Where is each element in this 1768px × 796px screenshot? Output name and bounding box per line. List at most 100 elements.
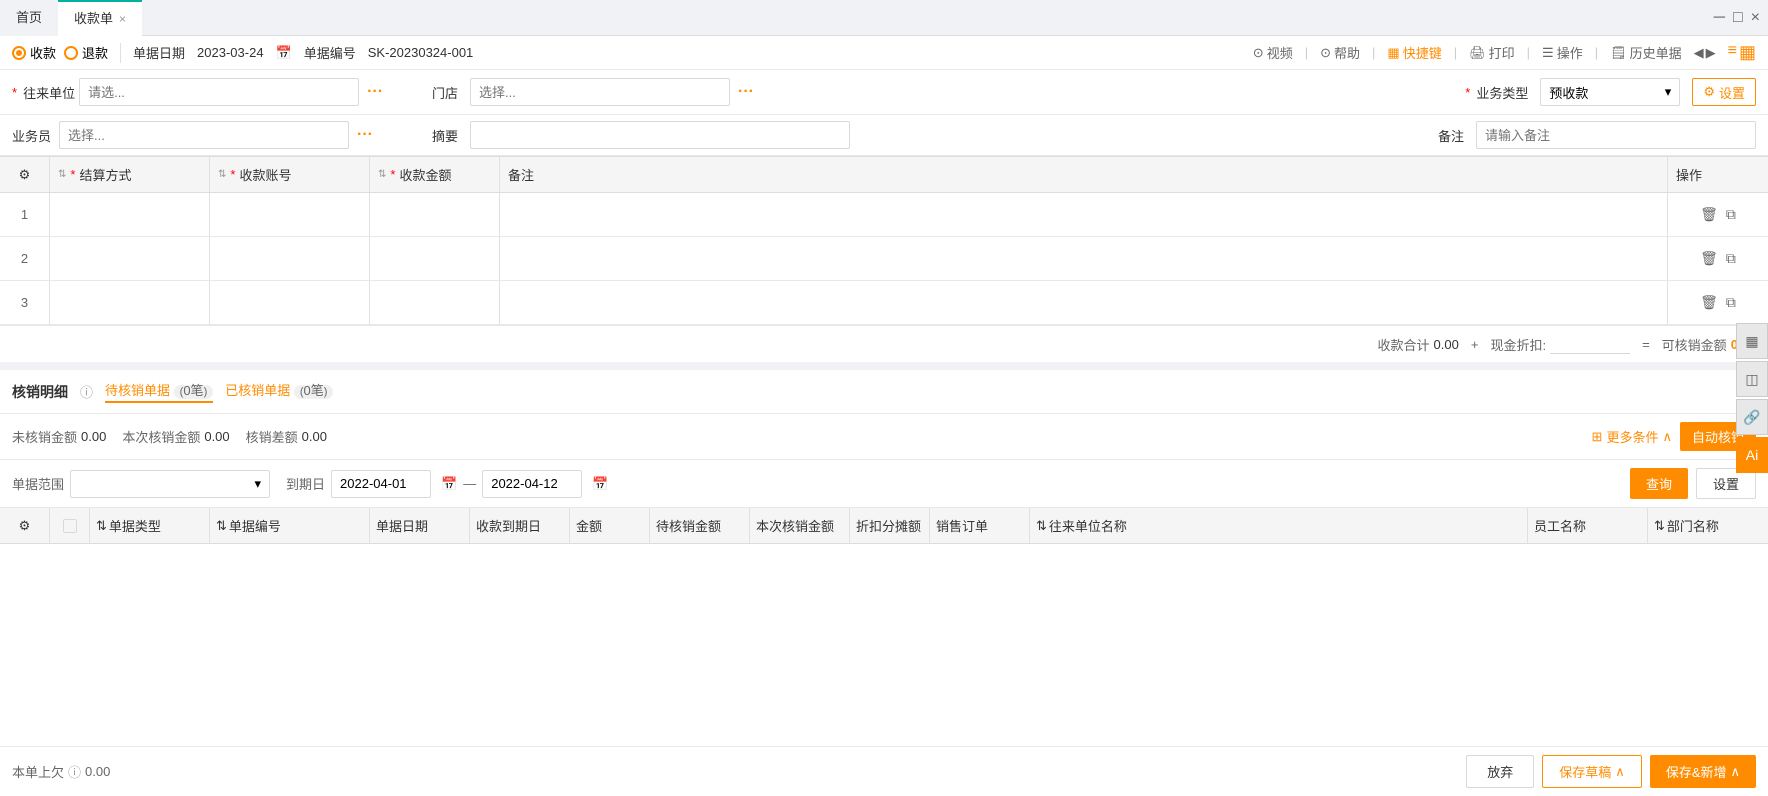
date-from-calendar-icon[interactable]: 📅 (441, 476, 457, 492)
row-1-amount[interactable] (370, 193, 500, 236)
row-1-delete-icon[interactable]: 🗑 (1700, 206, 1718, 223)
row-2-settlement[interactable] (50, 237, 210, 280)
th-settlement: ⇅ * 结算方式 (50, 157, 210, 192)
uncancelled-stat: 未核销金额 0.00 (12, 427, 106, 446)
bth-employee: 员工名称 (1528, 508, 1648, 543)
help-btn[interactable]: ⊙ 帮助 (1320, 43, 1360, 62)
counterpart-input[interactable] (79, 78, 359, 106)
bth-due-date: 收款到期日 (470, 508, 570, 543)
discard-btn[interactable]: 放弃 (1466, 755, 1534, 788)
business-type-select[interactable]: 预收款 ▾ (1540, 78, 1680, 106)
bth-checkbox[interactable] (50, 508, 90, 543)
due-date-field: 到期日 📅 — 📅 (286, 470, 608, 498)
tab-close-icon[interactable]: × (119, 1, 126, 37)
calendar-icon[interactable]: 📅 (276, 45, 292, 61)
close-window-icon[interactable]: × (1751, 9, 1760, 27)
bth-doc-no: ⇅ 单据编号 (210, 508, 370, 543)
row-1-account[interactable] (210, 193, 370, 236)
row-2-account[interactable] (210, 237, 370, 280)
save-draft-chevron-icon: ∧ (1615, 764, 1625, 780)
save-new-btn[interactable]: 保存&新增 ∧ (1650, 755, 1756, 788)
nav-next-icon[interactable]: ▶ (1706, 45, 1716, 61)
float-btn-ai[interactable]: Ai (1736, 437, 1768, 473)
business-type-required-mark: * (1465, 85, 1470, 100)
verify-stats: 未核销金额 0.00 本次核销金额 0.00 核销差额 0.00 ⊞ 更多条件 … (0, 414, 1768, 460)
salesperson-input[interactable] (59, 121, 349, 149)
done-tab-label: 已核销单据 (225, 383, 290, 398)
maximize-icon[interactable]: □ (1733, 9, 1743, 27)
row-3-remark[interactable] (500, 281, 1668, 324)
pending-tab-label: 待核销单据 (105, 383, 170, 398)
settings-btn[interactable]: ⚙ 设置 (1692, 78, 1756, 106)
history-btn[interactable]: 🗒 历史单据 (1610, 43, 1682, 62)
uncancelled-label: 未核销金额 (12, 427, 77, 446)
tab-current-label: 收款单 (74, 1, 113, 37)
verify-tab-pending[interactable]: 待核销单据 (0笔) (105, 380, 213, 403)
receipt-type-radio-group: 收款 退款 (12, 43, 108, 62)
float-btn-link[interactable]: 🔗 (1736, 399, 1768, 435)
row-3-account[interactable] (210, 281, 370, 324)
remark-input[interactable] (1476, 121, 1756, 149)
save-draft-btn[interactable]: 保存草稿 ∧ (1542, 755, 1642, 788)
discount-summary: 现金折扣: (1490, 334, 1630, 354)
total-summary: 收款合计 0.00 (1378, 335, 1459, 354)
tile-view-icon[interactable]: ▦ (1739, 42, 1756, 63)
tab-home[interactable]: 首页 (0, 0, 58, 36)
row-2-delete-icon[interactable]: 🗑 (1700, 250, 1718, 267)
radio-refund[interactable]: 退款 (64, 43, 108, 62)
row-3-copy-icon[interactable]: ⧉ (1726, 294, 1736, 311)
float-btn-table[interactable]: ▦ (1736, 323, 1768, 359)
row-3-amount[interactable] (370, 281, 500, 324)
bottom-info-icon[interactable]: ⓘ (68, 762, 81, 781)
video-btn[interactable]: ⊙ 视频 (1253, 43, 1293, 62)
verify-tab-done[interactable]: 已核销单据 (0笔) (225, 380, 333, 403)
tab-bar: 首页 收款单 × ─ □ × (0, 0, 1768, 36)
range-select[interactable]: ▾ (70, 470, 270, 498)
save-new-chevron-icon: ∧ (1730, 764, 1740, 780)
operation-btn[interactable]: ☰ 操作 (1542, 43, 1583, 62)
th-settings[interactable]: ⚙ (0, 157, 50, 192)
row-3-settlement[interactable] (50, 281, 210, 324)
nav-prev-icon[interactable]: ◀ (1694, 45, 1704, 61)
query-btn[interactable]: 查询 (1630, 468, 1688, 499)
verify-title: 核销明细 (12, 382, 68, 402)
table-header: ⚙ ⇅ * 结算方式 ⇅ * 收款账号 ⇅ * 收款金额 备注 操作 (0, 156, 1768, 193)
th-remark: 备注 (500, 157, 1668, 192)
row-2-copy-icon[interactable]: ⧉ (1726, 250, 1736, 267)
counterpart-more-btn[interactable]: ··· (367, 83, 383, 101)
form-row-2: 业务员 ··· 摘要 备注 (0, 115, 1768, 156)
date-to-calendar-icon[interactable]: 📅 (592, 476, 608, 492)
list-view-icon[interactable]: ≡ (1728, 42, 1737, 63)
tab-current[interactable]: 收款单 × (58, 0, 142, 36)
date-to-input[interactable] (482, 470, 582, 498)
bth-gear[interactable]: ⚙ (0, 508, 50, 543)
minimize-icon[interactable]: ─ (1714, 9, 1725, 27)
more-conditions-btn[interactable]: ⊞ 更多条件 ∧ (1592, 427, 1672, 446)
row-2-amount[interactable] (370, 237, 500, 280)
store-input[interactable] (470, 78, 730, 106)
row-3-delete-icon[interactable]: 🗑 (1700, 294, 1718, 311)
help-label: 帮助 (1334, 43, 1360, 62)
salesperson-more-btn[interactable]: ··· (357, 126, 373, 144)
float-btn-book[interactable]: ◫ (1736, 361, 1768, 397)
print-btn[interactable]: 🖨 打印 (1469, 43, 1515, 62)
store-more-btn[interactable]: ··· (738, 83, 754, 101)
th-operation: 操作 (1668, 157, 1768, 192)
verify-info-icon[interactable]: ⓘ (80, 382, 93, 401)
range-label: 单据范围 (12, 474, 64, 493)
select-all-checkbox[interactable] (63, 519, 77, 533)
chevron-up-icon: ∧ (1662, 429, 1672, 445)
row-1-copy-icon[interactable]: ⧉ (1726, 206, 1736, 223)
row-2-remark[interactable] (500, 237, 1668, 280)
row-1-remark[interactable] (500, 193, 1668, 236)
radio-receipt[interactable]: 收款 (12, 43, 56, 62)
table-body: 1 🗑 ⧉ 2 🗑 ⧉ (0, 193, 1768, 325)
save-draft-label: 保存草稿 (1559, 762, 1611, 781)
bottom-table-gear-icon: ⚙ (19, 518, 31, 534)
discount-input[interactable] (1550, 334, 1630, 354)
row-1-settlement[interactable] (50, 193, 210, 236)
shortcut-btn[interactable]: ▦ 快捷键 (1387, 43, 1441, 62)
counterpart-required-mark: * (12, 85, 17, 100)
date-from-input[interactable] (331, 470, 431, 498)
abstract-input[interactable] (470, 121, 850, 149)
